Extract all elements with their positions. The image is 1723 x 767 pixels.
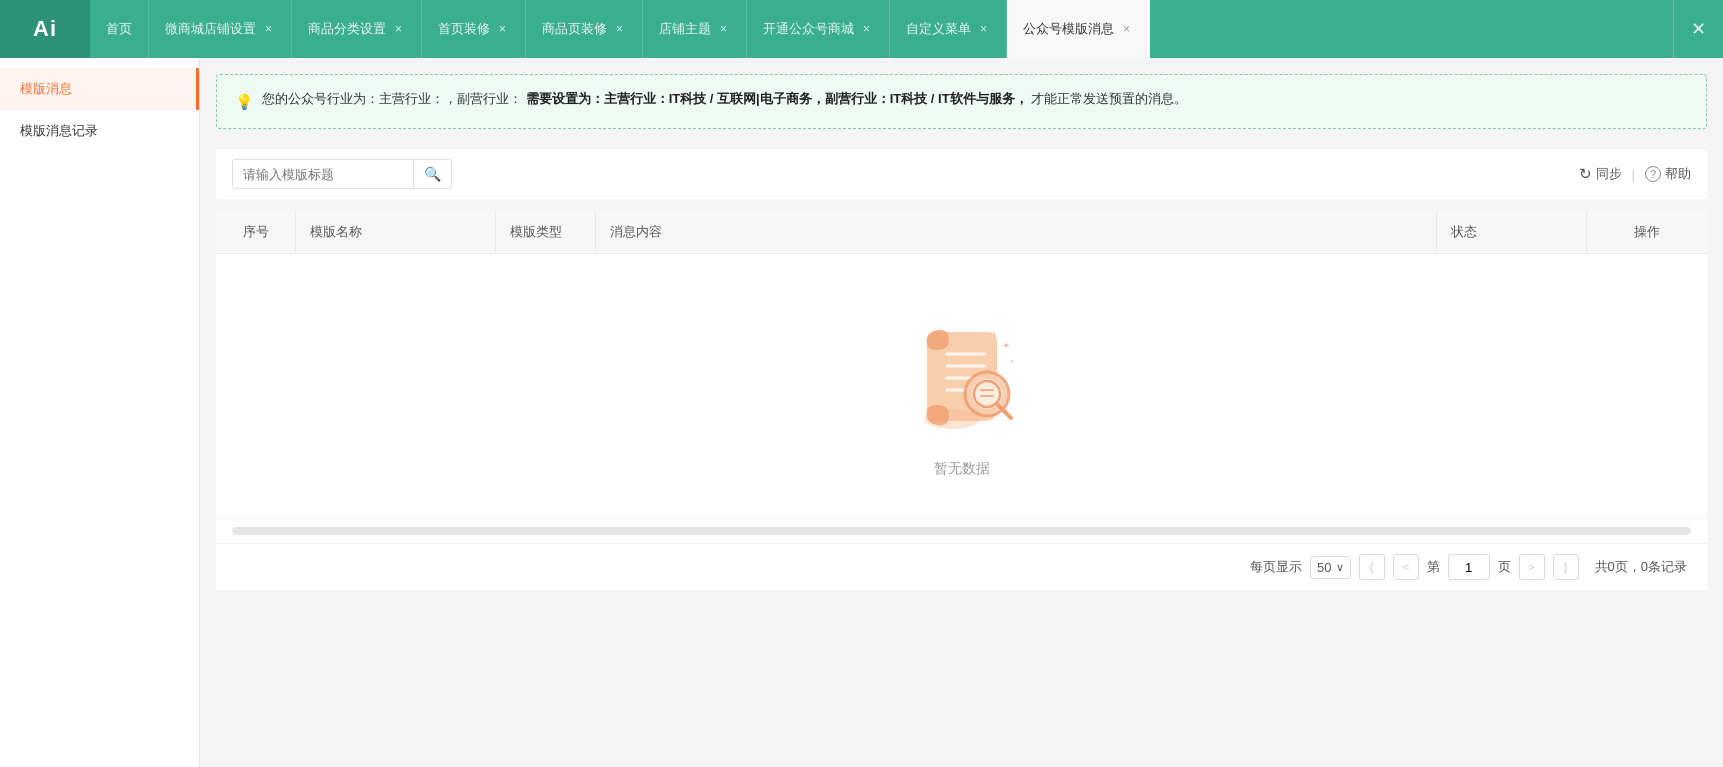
nav-tab-store-theme[interactable]: 店铺主题 × bbox=[643, 0, 747, 58]
nav-tab-label: 公众号模版消息 bbox=[1023, 20, 1114, 38]
prev-page-button[interactable]: ＜ bbox=[1393, 554, 1419, 580]
nav-tab-home-decoration[interactable]: 首页装修 × bbox=[422, 0, 526, 58]
scrollbar-area bbox=[216, 518, 1707, 543]
col-header-type: 模版类型 bbox=[496, 211, 596, 253]
col-header-content: 消息内容 bbox=[596, 211, 1437, 253]
page-prefix: 第 bbox=[1427, 558, 1440, 576]
nav-tab-home[interactable]: 首页 bbox=[90, 0, 149, 58]
search-input-wrap: 🔍 bbox=[232, 159, 452, 189]
first-page-button[interactable]: ⟨ bbox=[1359, 554, 1385, 580]
empty-state: ✦ ✦ ✦ 暂无数据 bbox=[216, 254, 1707, 518]
nav-tab-custom-menu[interactable]: 自定义菜单 × bbox=[890, 0, 1007, 58]
svg-text:✦: ✦ bbox=[1009, 358, 1015, 365]
tab-close-icon[interactable]: × bbox=[496, 21, 509, 37]
svg-text:✦: ✦ bbox=[992, 331, 997, 337]
svg-text:✦: ✦ bbox=[1002, 340, 1010, 351]
col-header-name: 模版名称 bbox=[296, 211, 496, 253]
tab-close-icon[interactable]: × bbox=[613, 21, 626, 37]
tab-close-icon[interactable]: × bbox=[262, 21, 275, 37]
page-suffix: 页 bbox=[1498, 558, 1511, 576]
chevron-down-icon: ∨ bbox=[1336, 561, 1344, 574]
last-page-button[interactable]: ⟩ bbox=[1553, 554, 1579, 580]
search-toolbar: 🔍 ↻ 同步 | ? 帮助 bbox=[216, 149, 1707, 199]
nav-tab-product-decoration[interactable]: 商品页装修 × bbox=[526, 0, 643, 58]
tab-close-icon[interactable]: × bbox=[392, 21, 405, 37]
nav-tab-label: 微商城店铺设置 bbox=[165, 20, 256, 38]
nav-tab-label: 商品页装修 bbox=[542, 20, 607, 38]
prev-page-icon: ＜ bbox=[1399, 558, 1412, 576]
tab-close-icon[interactable]: × bbox=[717, 21, 730, 37]
nav-tab-label: 首页装修 bbox=[438, 20, 490, 38]
tab-close-icon[interactable]: × bbox=[860, 21, 873, 37]
tab-close-icon[interactable]: × bbox=[977, 21, 990, 37]
current-page-input[interactable] bbox=[1448, 554, 1490, 580]
next-page-icon: ＞ bbox=[1525, 558, 1538, 576]
nav-tab-open-mall[interactable]: 开通公众号商城 × bbox=[747, 0, 890, 58]
next-page-button[interactable]: ＞ bbox=[1519, 554, 1545, 580]
app-logo: Ai bbox=[0, 0, 90, 58]
help-icon: ? bbox=[1645, 166, 1661, 182]
toolbar-right: ↻ 同步 | ? 帮助 bbox=[1579, 165, 1691, 183]
total-info: 共0页，0条记录 bbox=[1595, 558, 1687, 576]
content-area: 💡 您的公众号行业为：主营行业：，副营行业： 需要设置为：主营行业：IT科技 /… bbox=[200, 58, 1723, 767]
notice-icon: 💡 bbox=[235, 90, 254, 114]
notice-banner: 💡 您的公众号行业为：主营行业：，副营行业： 需要设置为：主营行业：IT科技 /… bbox=[216, 74, 1707, 129]
first-page-icon: ⟨ bbox=[1369, 560, 1374, 575]
pagination: 每页显示 50 ∨ ⟨ ＜ 第 页 ＞ ⟩ bbox=[216, 543, 1707, 590]
table-header: 序号 模版名称 模版类型 消息内容 状态 操作 bbox=[216, 211, 1707, 254]
per-page-label: 每页显示 bbox=[1250, 558, 1302, 576]
nav-tab-category-settings[interactable]: 商品分类设置 × bbox=[292, 0, 422, 58]
col-header-index: 序号 bbox=[216, 211, 296, 253]
col-header-status: 状态 bbox=[1437, 211, 1587, 253]
help-button[interactable]: ? 帮助 bbox=[1645, 165, 1691, 183]
nav-tabs: 首页微商城店铺设置×商品分类设置×首页装修×商品页装修×店铺主题×开通公众号商城… bbox=[90, 0, 1673, 58]
data-table: 序号 模版名称 模版类型 消息内容 状态 操作 bbox=[216, 211, 1707, 590]
notice-text: 您的公众号行业为：主营行业：，副营行业： 需要设置为：主营行业：IT科技 / 互… bbox=[262, 89, 1187, 110]
empty-illustration: ✦ ✦ ✦ bbox=[897, 314, 1027, 444]
main-layout: 模版消息模版消息记录 💡 您的公众号行业为：主营行业：，副营行业： 需要设置为：… bbox=[0, 58, 1723, 767]
nav-tab-label: 商品分类设置 bbox=[308, 20, 386, 38]
search-input[interactable] bbox=[233, 161, 413, 188]
close-all-button[interactable]: ✕ bbox=[1673, 0, 1723, 58]
empty-text: 暂无数据 bbox=[934, 460, 990, 478]
col-header-action: 操作 bbox=[1587, 211, 1707, 253]
sidebar: 模版消息模版消息记录 bbox=[0, 58, 200, 767]
horizontal-scrollbar[interactable] bbox=[232, 527, 1691, 535]
toolbar-divider: | bbox=[1632, 167, 1635, 182]
nav-tab-template-message[interactable]: 公众号模版消息 × bbox=[1007, 0, 1150, 58]
page-size-select[interactable]: 50 ∨ bbox=[1310, 556, 1350, 579]
nav-tab-label: 开通公众号商城 bbox=[763, 20, 854, 38]
sync-icon: ↻ bbox=[1579, 165, 1592, 183]
top-navigation: Ai 首页微商城店铺设置×商品分类设置×首页装修×商品页装修×店铺主题×开通公众… bbox=[0, 0, 1723, 58]
nav-tab-store-settings[interactable]: 微商城店铺设置 × bbox=[149, 0, 292, 58]
sync-button[interactable]: ↻ 同步 bbox=[1579, 165, 1622, 183]
search-button[interactable]: 🔍 bbox=[413, 160, 451, 188]
tab-close-icon[interactable]: × bbox=[1120, 21, 1133, 37]
nav-tab-label: 店铺主题 bbox=[659, 20, 711, 38]
nav-tab-label: 首页 bbox=[106, 20, 132, 38]
sidebar-item-template-msg-record[interactable]: 模版消息记录 bbox=[0, 110, 199, 152]
last-page-icon: ⟩ bbox=[1563, 560, 1568, 575]
sidebar-item-template-msg[interactable]: 模版消息 bbox=[0, 68, 199, 110]
nav-tab-label: 自定义菜单 bbox=[906, 20, 971, 38]
